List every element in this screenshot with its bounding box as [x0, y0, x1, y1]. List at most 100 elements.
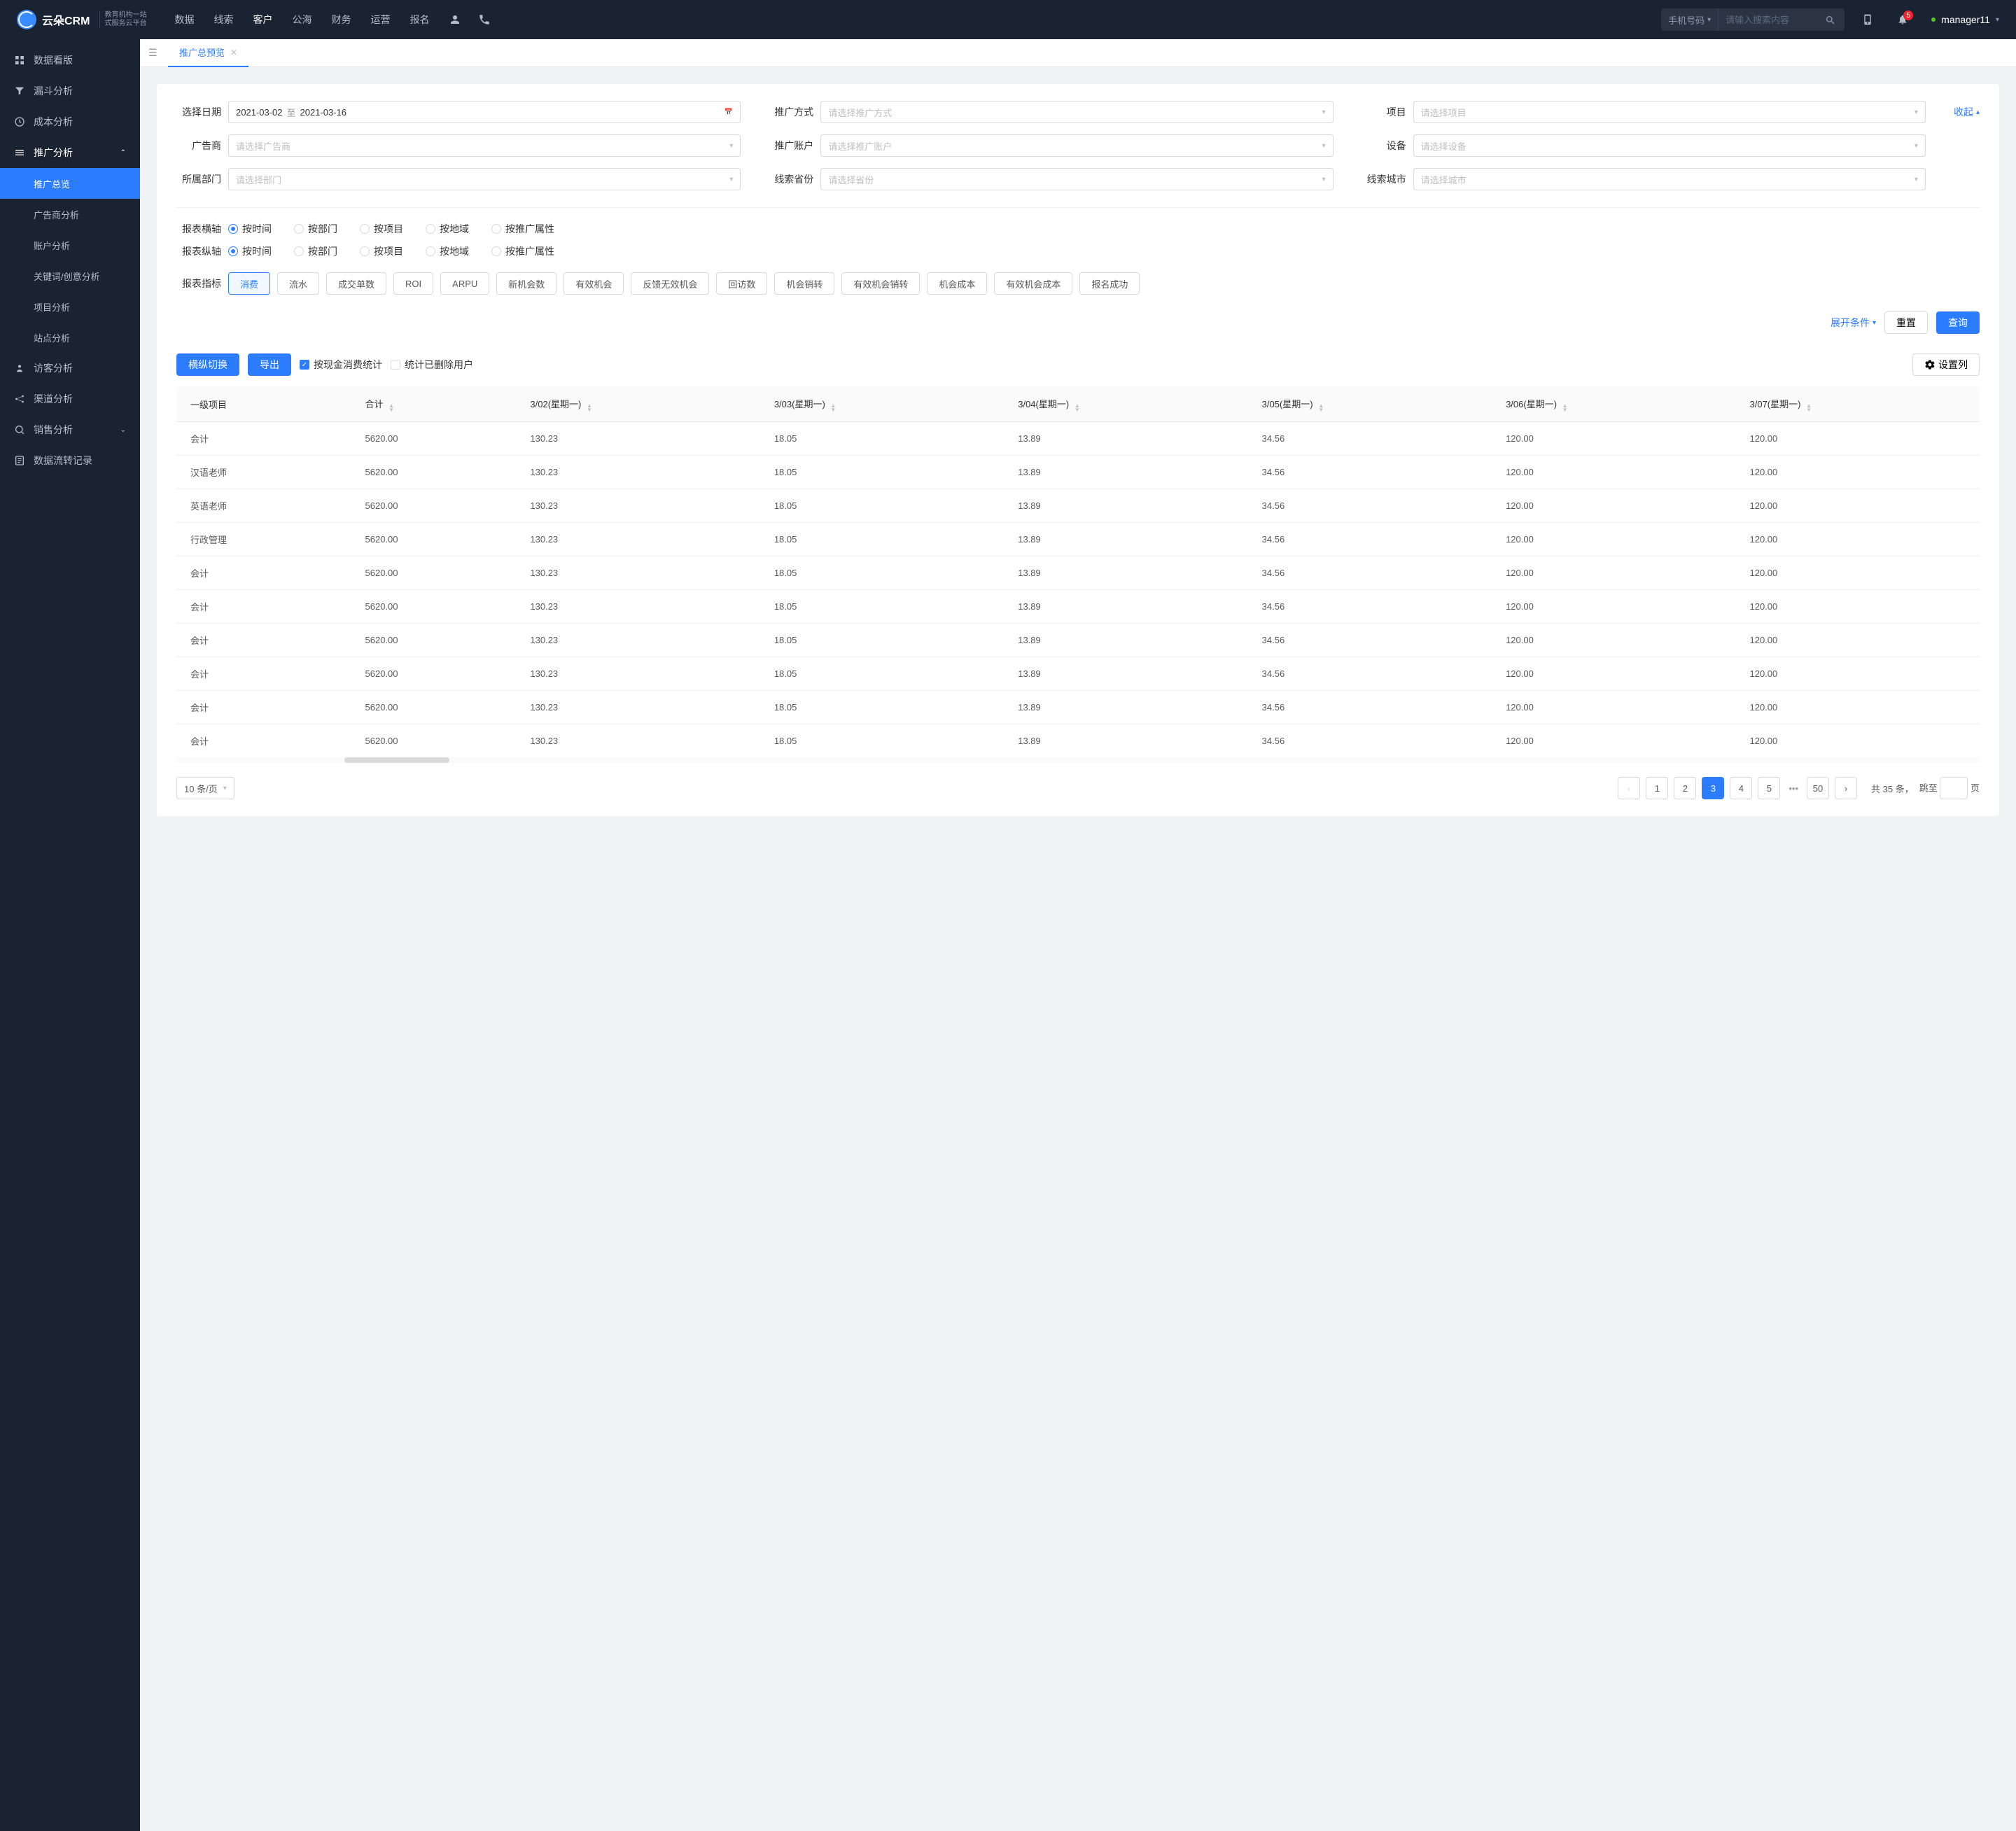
close-icon[interactable]: ✕ — [230, 48, 237, 57]
search-button[interactable] — [1816, 13, 1844, 25]
radio-option[interactable]: 按部门 — [294, 222, 337, 236]
sidebar-item[interactable]: 访客分析 — [0, 353, 140, 384]
promo-account-select[interactable]: 请选择推广账户▾ — [820, 134, 1333, 157]
promo-method-select[interactable]: 请选择推广方式▾ — [820, 101, 1333, 123]
dept-select[interactable]: 请选择部门▾ — [228, 168, 741, 190]
page-next[interactable]: › — [1835, 777, 1857, 799]
gear-icon — [1924, 359, 1935, 370]
radio-option[interactable]: 按时间 — [228, 222, 272, 236]
sidebar-item[interactable]: 数据看版 — [0, 45, 140, 76]
table-row: 汉语老师5620.00130.2318.0513.8934.56120.0012… — [176, 456, 1980, 489]
nav-item[interactable]: 数据 — [174, 13, 194, 27]
col-header[interactable]: 一级项目 — [176, 387, 351, 422]
export-button[interactable]: 导出 — [248, 353, 291, 376]
nav-item[interactable]: 报名 — [410, 13, 429, 27]
sidebar-subitem[interactable]: 关键词/创意分析 — [0, 260, 140, 291]
nav-item[interactable]: 公海 — [292, 13, 312, 27]
metric-tag[interactable]: 新机会数 — [496, 272, 556, 295]
device-select[interactable]: 请选择设备▾ — [1413, 134, 1926, 157]
user-icon[interactable] — [449, 13, 461, 26]
sidebar-subitem[interactable]: 广告商分析 — [0, 199, 140, 230]
radio-option[interactable]: 按推广属性 — [491, 244, 554, 258]
metric-tag[interactable]: 机会成本 — [927, 272, 987, 295]
metric-tag[interactable]: 回访数 — [716, 272, 767, 295]
set-columns-button[interactable]: 设置列 — [1912, 353, 1980, 376]
page-number[interactable]: 2 — [1674, 777, 1696, 799]
metric-tag[interactable]: 机会销转 — [774, 272, 834, 295]
reset-button[interactable]: 重置 — [1884, 311, 1928, 334]
sidebar-item[interactable]: 数据流转记录 — [0, 445, 140, 476]
page-size-select[interactable]: 10 条/页▾ — [176, 777, 234, 799]
page-number[interactable]: 5 — [1758, 777, 1780, 799]
nav-item[interactable]: 运营 — [370, 13, 390, 27]
logo-icon — [17, 10, 36, 29]
expand-conditions-link[interactable]: 展开条件▾ — [1830, 316, 1876, 330]
sidebar-item[interactable]: 成本分析 — [0, 106, 140, 137]
notif-badge: 5 — [1903, 10, 1913, 20]
tabs-menu-icon[interactable]: ☰ — [148, 47, 168, 59]
metric-tag[interactable]: 流水 — [277, 272, 319, 295]
search-input[interactable] — [1718, 15, 1816, 25]
metric-tag[interactable]: 反馈无效机会 — [631, 272, 709, 295]
page-number[interactable]: 1 — [1646, 777, 1668, 799]
page-prev[interactable]: ‹ — [1618, 777, 1640, 799]
page-number[interactable]: 4 — [1730, 777, 1752, 799]
phone-icon[interactable] — [478, 13, 491, 26]
nav-item[interactable]: 线索 — [214, 13, 233, 27]
radio-option[interactable]: 按地域 — [426, 244, 469, 258]
switch-axes-button[interactable]: 横纵切换 — [176, 353, 239, 376]
panel: 选择日期 2021-03-02至2021-03-16 📅 推广方式 请选择推广方… — [157, 84, 1999, 816]
user-menu[interactable]: manager11 ▾ — [1931, 14, 1999, 25]
metric-tag[interactable]: 有效机会 — [564, 272, 624, 295]
advertiser-select[interactable]: 请选择广告商▾ — [228, 134, 741, 157]
sidebar-subitem[interactable]: 项目分析 — [0, 291, 140, 322]
metric-tag[interactable]: 报名成功 — [1079, 272, 1140, 295]
collapse-link[interactable]: 收起▴ — [1954, 105, 1980, 119]
metric-tag[interactable]: ROI — [393, 272, 433, 295]
radio-option[interactable]: 按部门 — [294, 244, 337, 258]
page-jump-input[interactable] — [1940, 777, 1968, 799]
radio-option[interactable]: 按地域 — [426, 222, 469, 236]
metric-tag[interactable]: 有效机会成本 — [994, 272, 1072, 295]
date-label: 选择日期 — [176, 105, 221, 119]
sidebar-subitem[interactable]: 站点分析 — [0, 322, 140, 353]
sidebar-item[interactable]: 销售分析⌄ — [0, 414, 140, 445]
deleted-stat-checkbox[interactable]: 统计已删除用户 — [391, 358, 473, 372]
page-number[interactable]: 3 — [1702, 777, 1724, 799]
province-select[interactable]: 请选择省份▾ — [820, 168, 1333, 190]
sidebar-item[interactable]: 推广分析⌃ — [0, 137, 140, 168]
tab-promo-overview[interactable]: 推广总预览 ✕ — [168, 39, 248, 67]
city-select[interactable]: 请选择城市▾ — [1413, 168, 1926, 190]
col-header[interactable]: 3/07(星期一) ▲▼ — [1736, 387, 1980, 422]
sidebar-subitem[interactable]: 账户分析 — [0, 230, 140, 260]
project-select[interactable]: 请选择项目▾ — [1413, 101, 1926, 123]
page-last[interactable]: 50 — [1807, 777, 1829, 799]
bell-icon[interactable]: 5 — [1891, 8, 1914, 31]
radio-option[interactable]: 按项目 — [360, 222, 403, 236]
col-header[interactable]: 3/04(星期一) ▲▼ — [1004, 387, 1247, 422]
radio-option[interactable]: 按时间 — [228, 244, 272, 258]
mobile-icon[interactable] — [1856, 8, 1879, 31]
metric-tag[interactable]: 成交单数 — [326, 272, 386, 295]
col-header[interactable]: 3/03(星期一) ▲▼ — [760, 387, 1004, 422]
col-header[interactable]: 3/05(星期一) ▲▼ — [1248, 387, 1492, 422]
sidebar-item[interactable]: 渠道分析 — [0, 384, 140, 414]
nav-item[interactable]: 客户 — [253, 13, 272, 27]
col-header[interactable]: 3/06(星期一) ▲▼ — [1492, 387, 1735, 422]
query-button[interactable]: 查询 — [1936, 311, 1980, 334]
cash-stat-checkbox[interactable]: ✓按现金消费统计 — [300, 358, 382, 372]
col-header[interactable]: 合计 ▲▼ — [351, 387, 517, 422]
search-type-select[interactable]: 手机号码▾ — [1661, 8, 1718, 31]
sidebar-subitem[interactable]: 推广总览 — [0, 168, 140, 199]
metric-tag[interactable]: 有效机会销转 — [841, 272, 920, 295]
nav-item[interactable]: 财务 — [331, 13, 351, 27]
metric-tag[interactable]: ARPU — [440, 272, 489, 295]
radio-option[interactable]: 按项目 — [360, 244, 403, 258]
h-scrollbar[interactable] — [176, 757, 1980, 763]
date-range-picker[interactable]: 2021-03-02至2021-03-16 📅 — [228, 101, 741, 123]
data-table-wrap: 一级项目合计 ▲▼3/02(星期一) ▲▼3/03(星期一) ▲▼3/04(星期… — [176, 387, 1980, 763]
metric-tag[interactable]: 消费 — [228, 272, 270, 295]
sidebar-item[interactable]: 漏斗分析 — [0, 76, 140, 106]
radio-option[interactable]: 按推广属性 — [491, 222, 554, 236]
col-header[interactable]: 3/02(星期一) ▲▼ — [516, 387, 760, 422]
